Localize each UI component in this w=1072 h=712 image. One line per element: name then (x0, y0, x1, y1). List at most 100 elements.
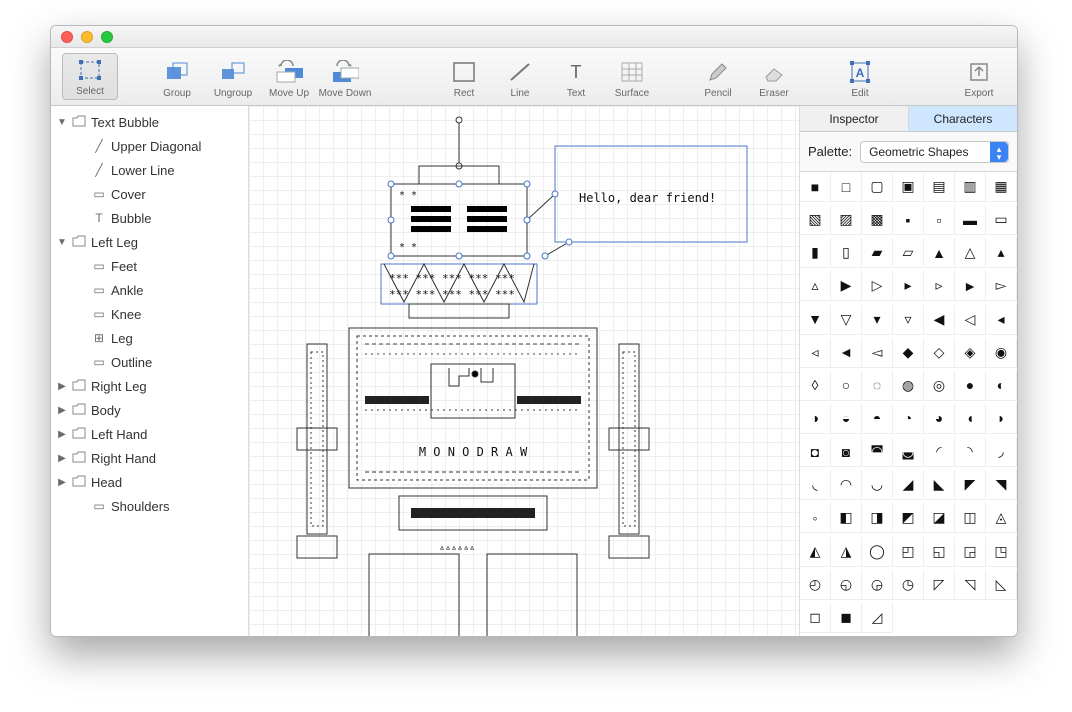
palette-char[interactable]: ◩ (893, 503, 924, 533)
palette-char[interactable]: ◙ (831, 437, 862, 467)
disclosure-open-icon[interactable]: ▼ (57, 117, 67, 128)
tree-row[interactable]: ╱Lower Line (51, 158, 248, 182)
palette-char[interactable]: ◥ (986, 470, 1017, 500)
disclosure-closed-icon[interactable]: ▶ (57, 381, 67, 392)
select-tool-button[interactable]: Select (62, 53, 118, 100)
palette-char[interactable]: ◐ (986, 371, 1017, 401)
palette-char[interactable]: ▥ (955, 172, 986, 202)
group-button[interactable]: Group (149, 55, 205, 99)
tree-row[interactable]: ▭Ankle (51, 278, 248, 302)
canvas[interactable]: * * * * (249, 106, 799, 636)
palette-char[interactable]: ▫ (924, 205, 955, 235)
palette-char[interactable]: ▨ (831, 205, 862, 235)
palette-char[interactable]: ▿ (893, 305, 924, 335)
pencil-tool-button[interactable]: Pencil (690, 55, 746, 99)
palette-char[interactable]: ▭ (986, 205, 1017, 235)
eraser-tool-button[interactable]: Eraser (746, 55, 802, 99)
palette-char[interactable]: ◚ (862, 437, 893, 467)
palette-char[interactable]: ◪ (924, 503, 955, 533)
palette-char[interactable]: ◝ (955, 437, 986, 467)
palette-char[interactable]: ◭ (800, 537, 831, 567)
palette-char[interactable]: □ (831, 172, 862, 202)
move-up-button[interactable]: Move Up (261, 55, 317, 99)
edit-button[interactable]: A Edit (832, 55, 888, 99)
palette-char[interactable]: ◵ (831, 570, 862, 600)
ungroup-button[interactable]: Ungroup (205, 55, 261, 99)
palette-char[interactable]: ◜ (924, 437, 955, 467)
palette-char[interactable]: ◷ (893, 570, 924, 600)
palette-char[interactable]: ◡ (862, 470, 893, 500)
palette-char[interactable]: ▴ (986, 238, 1017, 268)
palette-char[interactable]: ▼ (800, 305, 831, 335)
palette-char[interactable]: ◕ (924, 404, 955, 434)
palette-char[interactable]: ● (955, 371, 986, 401)
palette-char[interactable]: ▮ (800, 238, 831, 268)
disclosure-closed-icon[interactable]: ▶ (57, 477, 67, 488)
palette-select[interactable]: Geometric Shapes ▴▾ (860, 141, 1009, 163)
palette-char[interactable]: ◧ (831, 503, 862, 533)
disclosure-open-icon[interactable]: ▼ (57, 237, 67, 248)
palette-char[interactable]: ◳ (986, 537, 1017, 567)
rect-tool-button[interactable]: Rect (436, 55, 492, 99)
palette-char[interactable]: ◴ (800, 570, 831, 600)
tree-row[interactable]: ▭Knee (51, 302, 248, 326)
palette-char[interactable]: ◯ (862, 537, 893, 567)
palette-char[interactable]: ◓ (862, 404, 893, 434)
tab-characters[interactable]: Characters (909, 106, 1017, 132)
tree-row[interactable]: ▶Head (51, 470, 248, 494)
palette-char[interactable]: ▤ (924, 172, 955, 202)
palette-char[interactable]: ◣ (924, 470, 955, 500)
palette-char[interactable]: ▩ (862, 205, 893, 235)
tab-inspector[interactable]: Inspector (800, 106, 909, 132)
palette-char[interactable]: ◻ (800, 603, 831, 633)
palette-char[interactable]: ◄ (831, 338, 862, 368)
palette-char[interactable]: ◍ (893, 371, 924, 401)
palette-char[interactable]: ◟ (800, 470, 831, 500)
disclosure-closed-icon[interactable]: ▶ (57, 405, 67, 416)
tree-row[interactable]: ▶Left Hand (51, 422, 248, 446)
layers-sidebar[interactable]: ▼Text Bubble╱Upper Diagonal╱Lower Line▭C… (51, 106, 249, 636)
disclosure-closed-icon[interactable]: ▶ (57, 429, 67, 440)
palette-char[interactable]: ◃ (800, 338, 831, 368)
palette-char[interactable]: ▽ (831, 305, 862, 335)
palette-char[interactable]: ▱ (893, 238, 924, 268)
move-down-button[interactable]: Move Down (317, 55, 373, 99)
palette-char[interactable]: ◌ (862, 371, 893, 401)
close-icon[interactable] (61, 31, 73, 43)
palette-char[interactable]: ◱ (924, 537, 955, 567)
palette-char[interactable]: ◨ (862, 503, 893, 533)
palette-char[interactable]: ◂ (986, 305, 1017, 335)
palette-char[interactable]: ◘ (800, 437, 831, 467)
palette-char[interactable]: ◎ (924, 371, 955, 401)
minimize-icon[interactable] (81, 31, 93, 43)
palette-char[interactable]: ◈ (955, 338, 986, 368)
palette-char[interactable]: ◀ (924, 305, 955, 335)
tree-row[interactable]: ▭Cover (51, 182, 248, 206)
palette-char[interactable]: ◶ (862, 570, 893, 600)
palette-char[interactable]: ▹ (924, 271, 955, 301)
palette-char[interactable]: ◲ (955, 537, 986, 567)
palette-char[interactable]: ◖ (955, 404, 986, 434)
export-button[interactable]: Export (951, 55, 1007, 99)
palette-char[interactable]: ◬ (986, 503, 1017, 533)
palette-char[interactable]: ◺ (986, 570, 1017, 600)
titlebar[interactable] (51, 26, 1017, 48)
palette-char[interactable]: ◇ (924, 338, 955, 368)
palette-char[interactable]: ▾ (862, 305, 893, 335)
palette-char[interactable]: ◛ (893, 437, 924, 467)
palette-char[interactable]: ◮ (831, 537, 862, 567)
tree-row[interactable]: ▭Feet (51, 254, 248, 278)
tree-row[interactable]: ▶Right Hand (51, 446, 248, 470)
palette-char[interactable]: ▯ (831, 238, 862, 268)
palette-char[interactable]: ▢ (862, 172, 893, 202)
palette-char[interactable]: ▣ (893, 172, 924, 202)
palette-char[interactable]: ▷ (862, 271, 893, 301)
disclosure-closed-icon[interactable]: ▶ (57, 453, 67, 464)
palette-char[interactable]: ▬ (955, 205, 986, 235)
tree-row[interactable]: ▶Right Leg (51, 374, 248, 398)
palette-char[interactable]: ◆ (893, 338, 924, 368)
tree-row[interactable]: ▶Body (51, 398, 248, 422)
palette-char[interactable]: ◑ (800, 404, 831, 434)
palette-char[interactable]: △ (955, 238, 986, 268)
tree-row[interactable]: TBubble (51, 206, 248, 230)
